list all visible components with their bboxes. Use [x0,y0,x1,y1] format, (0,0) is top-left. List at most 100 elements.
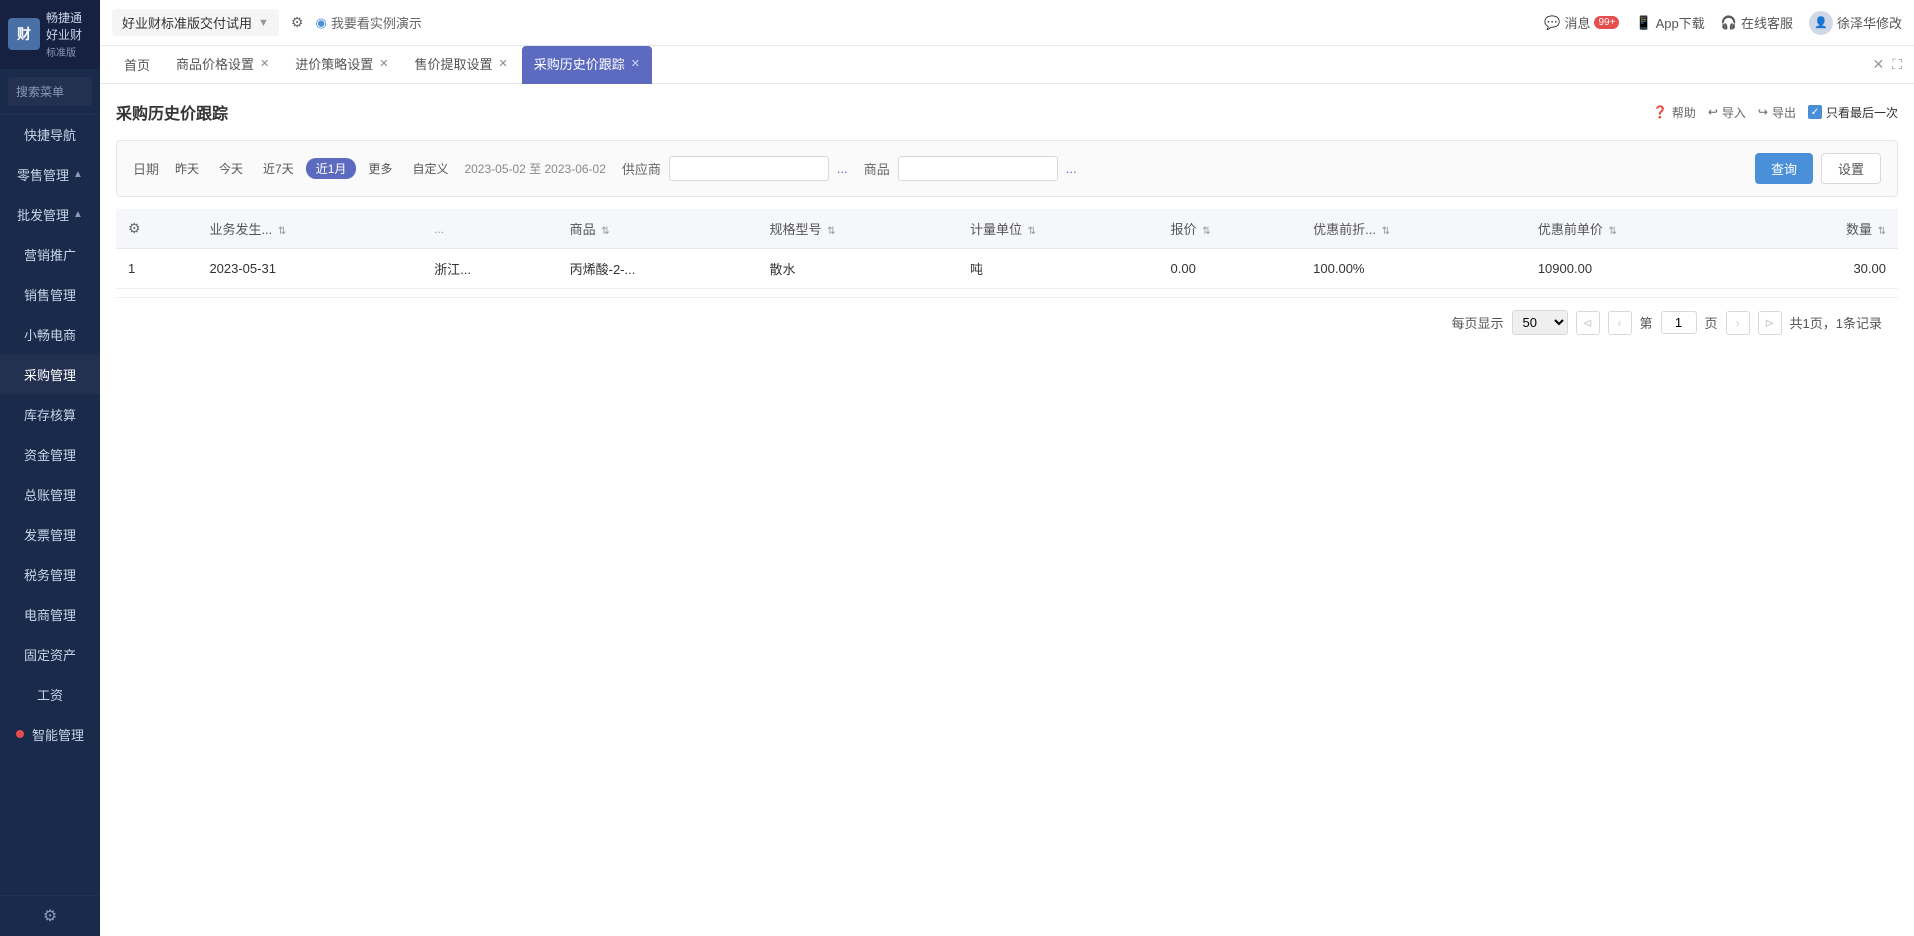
row-goods: 丙烯酸-2-... [558,249,758,289]
demo-play-icon: ◉ [315,15,326,31]
page-next-button[interactable]: › [1726,311,1750,335]
sidebar-item-retail[interactable]: 零售管理 ▲ [0,155,100,195]
tab-purchase-history[interactable]: 采购历史价跟踪 ✕ [522,46,652,84]
demo-button[interactable]: ◉ 我要看实例演示 [315,13,421,32]
th-pre-discount-price[interactable]: 优惠前单价 ⇅ [1526,209,1755,249]
unit-sort-icon: ⇅ [1028,226,1036,237]
tab-purchase-history-close-icon[interactable]: ✕ [631,57,640,70]
date-range-display: 2023-05-02 至 2023-06-02 [464,160,605,177]
goods-input[interactable] [898,156,1058,181]
th-price[interactable]: 报价 ⇅ [1159,209,1302,249]
data-table: ⚙ 业务发生... ⇅ ... 商品 ⇅ [116,209,1898,289]
th-quantity[interactable]: 数量 ⇅ [1755,209,1898,249]
search-menu-button[interactable]: 搜索菜单 [8,77,92,106]
sidebar-item-quick-nav[interactable]: 快捷导航 [0,115,100,155]
table-row: 1 2023-05-31 浙江... 丙烯酸-2-... 散水 吨 0.00 1… [116,249,1898,289]
tab-sale-extract[interactable]: 售价提取设置 ✕ [402,46,519,84]
sidebar-item-sales[interactable]: 销售管理 [0,275,100,315]
online-service-button[interactable]: 🎧 在线客服 [1721,13,1793,32]
tab-bar-close-icon[interactable]: ✕ [1872,56,1884,73]
price-sort-icon: ⇅ [1202,226,1210,237]
version-select[interactable]: 好业财标准版交付试用 ▼ [112,9,279,36]
sidebar-item-salary[interactable]: 工资 [0,675,100,715]
sidebar-search-section: 搜索菜单 [0,69,100,115]
page-content: 采购历史价跟踪 ❓ 帮助 ↩ 导入 ↪ 导出 只看最后一次 [100,84,1914,936]
th-date[interactable]: 业务发生... ⇅ [197,209,422,249]
tab-bar-expand-icon[interactable]: ⛶ [1892,56,1902,73]
tab-purchase-strategy[interactable]: 进价策略设置 ✕ [283,46,400,84]
help-button[interactable]: ❓ 帮助 [1653,104,1696,121]
settings-button[interactable]: 设置 [1821,153,1881,184]
messages-button[interactable]: 💬 消息 99+ [1544,13,1619,32]
sidebar-item-finance[interactable]: 资金管理 [0,435,100,475]
pagination: 每页显示 50 20 100 ⊲ ‹ 第 页 › ⊳ 共1页，1条记录 [116,297,1898,347]
date-filter-group: 日期 昨天 今天 近7天 近1月 更多 自定义 2023-05-02 至 202… [133,158,606,179]
supplier-input[interactable] [669,156,829,181]
import-button[interactable]: ↩ 导入 [1708,104,1746,121]
per-page-select[interactable]: 50 20 100 [1512,310,1568,335]
page-first-button[interactable]: ⊲ [1576,311,1600,335]
sidebar-item-wholesale[interactable]: 批发管理 ▲ [0,195,100,235]
row-quantity: 30.00 [1755,249,1898,289]
logo-text: 畅捷通好业财 标准版 [46,10,92,59]
version-chevron-icon: ▼ [258,17,269,29]
sidebar-item-tax[interactable]: 税务管理 [0,555,100,595]
tab-bar: 首页 商品价格设置 ✕ 进价策略设置 ✕ 售价提取设置 ✕ 采购历史价跟踪 ✕ … [100,46,1914,84]
page-header: 采购历史价跟踪 ❓ 帮助 ↩ 导入 ↪ 导出 只看最后一次 [116,100,1898,124]
tab-price-close-icon[interactable]: ✕ [260,57,269,70]
filter-actions: 查询 设置 [1755,153,1881,184]
settings-icon[interactable]: ⚙ [43,908,57,925]
page-title: 采购历史价跟踪 [116,100,228,124]
app-download-button[interactable]: 📱 App下载 [1635,13,1704,32]
version-label: 好业财标准版交付试用 [122,13,252,32]
th-spec[interactable]: 规格型号 ⇅ [757,209,958,249]
goods-sort-icon: ⇅ [601,226,609,237]
last-only-checkbox[interactable] [1808,105,1822,119]
tab-purchase-strategy-close-icon[interactable]: ✕ [379,57,388,70]
sidebar-item-smart[interactable]: 智能管理 [0,715,100,755]
header-gear-icon[interactable]: ⚙ [291,14,304,31]
sidebar-item-assets[interactable]: 固定资产 [0,635,100,675]
sidebar-item-invoice[interactable]: 发票管理 [0,515,100,555]
th-unit[interactable]: 计量单位 ⇅ [958,209,1159,249]
th-dots[interactable]: ... [422,209,558,249]
th-goods[interactable]: 商品 ⇅ [558,209,758,249]
tab-home[interactable]: 首页 [112,46,162,84]
th-discount[interactable]: 优惠前折... ⇅ [1301,209,1526,249]
discount-sort-icon: ⇅ [1382,226,1390,237]
tab-price-settings[interactable]: 商品价格设置 ✕ [164,46,281,84]
tab-sale-extract-close-icon[interactable]: ✕ [499,57,508,70]
message-icon: 💬 [1544,15,1560,31]
date-opt-today[interactable]: 今天 [211,158,251,179]
page-unit-label: 页 [1705,313,1718,332]
query-button[interactable]: 查询 [1755,153,1813,184]
date-opt-more[interactable]: 更多 [360,158,400,179]
supplier-more-btn[interactable]: ... [837,161,848,176]
page-prev-button[interactable]: ‹ [1608,311,1632,335]
row-supplier: 浙江... [422,249,558,289]
sidebar-item-ecom[interactable]: 电商管理 [0,595,100,635]
sidebar-item-inventory[interactable]: 库存核算 [0,395,100,435]
page-last-button[interactable]: ⊳ [1758,311,1782,335]
sidebar-item-marketing[interactable]: 营销推广 [0,235,100,275]
last-only-checkbox-label[interactable]: 只看最后一次 [1808,104,1898,121]
user-profile-button[interactable]: 👤 徐泽华修改 [1809,11,1902,35]
export-button[interactable]: ↪ 导出 [1758,104,1796,121]
row-unit: 吨 [958,249,1159,289]
date-opt-custom[interactable]: 自定义 [404,158,456,179]
sidebar-item-ledger[interactable]: 总账管理 [0,475,100,515]
date-opt-7days[interactable]: 近7天 [255,158,302,179]
page-number-input[interactable] [1661,311,1697,334]
supplier-filter-group: 供应商 ... [622,156,848,181]
table-gear-icon[interactable]: ⚙ [128,220,141,236]
messages-badge: 99+ [1594,16,1619,29]
date-sort-icon: ⇅ [278,226,286,237]
date-opt-yesterday[interactable]: 昨天 [167,158,207,179]
goods-more-btn[interactable]: ... [1066,161,1077,176]
sidebar-item-purchase[interactable]: 采购管理 [0,355,100,395]
sidebar-item-ecom-small[interactable]: 小畅电商 [0,315,100,355]
user-avatar: 👤 [1809,11,1833,35]
th-settings[interactable]: ⚙ [116,209,197,249]
row-pre-discount-price: 10900.00 [1526,249,1755,289]
date-opt-1month[interactable]: 近1月 [306,158,357,179]
